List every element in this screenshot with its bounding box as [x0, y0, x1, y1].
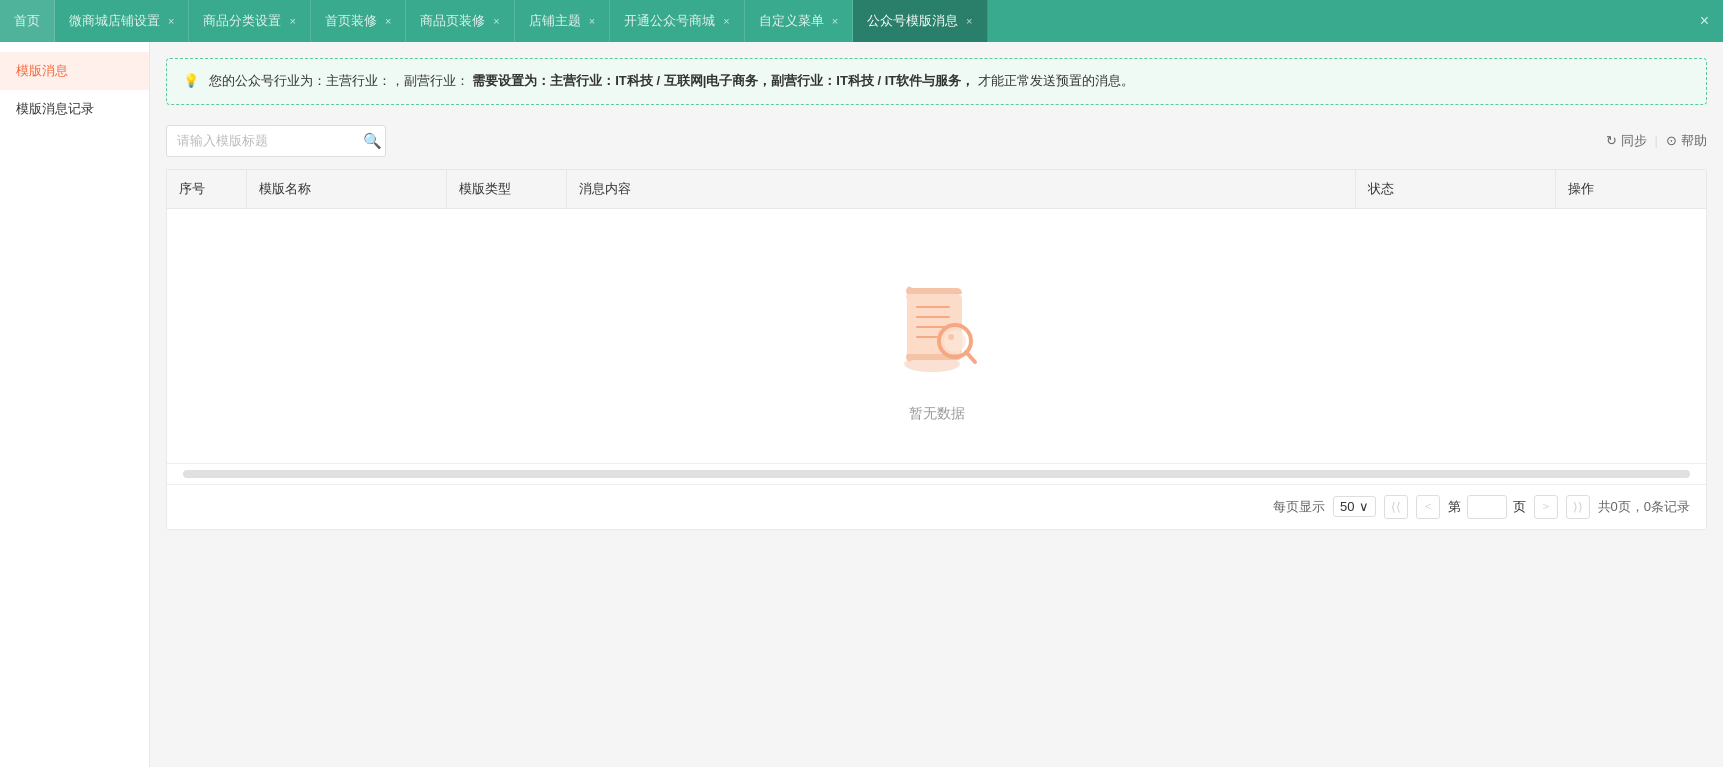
sidebar: 模版消息 模版消息记录 — [0, 42, 150, 767]
table-header: 序号 模版名称 模版类型 消息内容 状态 操作 — [167, 170, 1706, 209]
page-input-wrap: 第 1 页 — [1448, 495, 1526, 519]
main-layout: 模版消息 模版消息记录 💡 您的公众号行业为：主营行业：，副营行业： 需要设置为… — [0, 42, 1723, 767]
sync-button[interactable]: ↻ 同步 — [1606, 132, 1647, 150]
nav-tab-theme[interactable]: 店铺主题 × — [515, 0, 610, 42]
total-label: 共0页，0条记录 — [1598, 498, 1690, 516]
chevron-down-icon: ∨ — [1359, 499, 1369, 514]
first-page-button[interactable]: ⟨⟨ — [1384, 495, 1408, 519]
close-icon[interactable]: × — [289, 15, 295, 27]
sync-icon: ↻ — [1606, 133, 1617, 148]
close-icon[interactable]: × — [168, 15, 174, 27]
sidebar-item-template-record[interactable]: 模版消息记录 — [0, 90, 149, 128]
horizontal-scrollbar[interactable] — [183, 470, 1690, 478]
pagination: 每页显示 50 ∨ ⟨⟨ ＜ 第 1 页 ＞ ⟩⟩ 共0页，0条记录 — [167, 484, 1706, 529]
help-button[interactable]: ⊙ 帮助 — [1666, 132, 1707, 150]
last-page-button[interactable]: ⟩⟩ — [1566, 495, 1590, 519]
search-button[interactable]: 🔍 — [355, 132, 386, 150]
page-size-select[interactable]: 50 ∨ — [1333, 496, 1375, 517]
col-type: 模版类型 — [447, 170, 567, 208]
top-nav: 首页 微商城店铺设置 × 商品分类设置 × 首页装修 × 商品页装修 × 店铺主… — [0, 0, 1723, 42]
nav-tab-custom-menu[interactable]: 自定义菜单 × — [745, 0, 853, 42]
main-content: 💡 您的公众号行业为：主营行业：，副营行业： 需要设置为：主营行业：IT科技 /… — [150, 42, 1723, 767]
close-icon[interactable]: × — [589, 15, 595, 27]
col-action: 操作 — [1556, 170, 1706, 208]
empty-illustration — [877, 269, 997, 389]
nav-tab-template-msg[interactable]: 公众号模版消息 × — [853, 0, 987, 42]
col-content: 消息内容 — [567, 170, 1356, 208]
next-page-button[interactable]: ＞ — [1534, 495, 1558, 519]
svg-line-7 — [966, 352, 975, 362]
prev-page-button[interactable]: ＜ — [1416, 495, 1440, 519]
nav-tab-product-decor[interactable]: 商品页装修 × — [406, 0, 514, 42]
svg-point-8 — [948, 334, 954, 340]
page-suffix: 页 — [1513, 498, 1526, 516]
close-icon[interactable]: × — [832, 15, 838, 27]
close-all-button[interactable]: × — [1686, 12, 1723, 30]
lightbulb-icon: 💡 — [183, 73, 199, 88]
empty-text: 暂无数据 — [909, 405, 965, 423]
sidebar-item-template-msg[interactable]: 模版消息 — [0, 52, 149, 90]
search-input[interactable] — [167, 133, 355, 148]
table-wrap: 序号 模版名称 模版类型 消息内容 状态 操作 — [166, 169, 1707, 530]
nav-tab-home[interactable]: 首页 — [0, 0, 55, 42]
notice-box: 💡 您的公众号行业为：主营行业：，副营行业： 需要设置为：主营行业：IT科技 /… — [166, 58, 1707, 105]
nav-tab-store-setting[interactable]: 微商城店铺设置 × — [55, 0, 189, 42]
page-size-label: 每页显示 — [1273, 498, 1325, 516]
close-icon[interactable]: × — [385, 15, 391, 27]
toolbar-right: ↻ 同步 | ⊙ 帮助 — [1606, 132, 1707, 150]
search-bar: 🔍 ↻ 同步 | ⊙ 帮助 — [166, 125, 1707, 157]
search-input-wrap: 🔍 — [166, 125, 386, 157]
close-icon[interactable]: × — [966, 15, 972, 27]
nav-tab-home-decor[interactable]: 首页装修 × — [311, 0, 406, 42]
nav-tab-wechat-shop[interactable]: 开通公众号商城 × — [610, 0, 744, 42]
empty-state: 暂无数据 — [167, 209, 1706, 463]
page-label: 第 — [1448, 498, 1461, 516]
svg-point-6 — [944, 330, 966, 352]
close-icon[interactable]: × — [723, 15, 729, 27]
page-number-input[interactable]: 1 — [1467, 495, 1507, 519]
col-index: 序号 — [167, 170, 247, 208]
col-name: 模版名称 — [247, 170, 447, 208]
col-status: 状态 — [1356, 170, 1556, 208]
close-icon[interactable]: × — [493, 15, 499, 27]
scrollbar-area — [167, 463, 1706, 484]
toolbar-divider: | — [1655, 133, 1658, 148]
nav-tab-category[interactable]: 商品分类设置 × — [189, 0, 310, 42]
help-icon: ⊙ — [1666, 133, 1677, 148]
